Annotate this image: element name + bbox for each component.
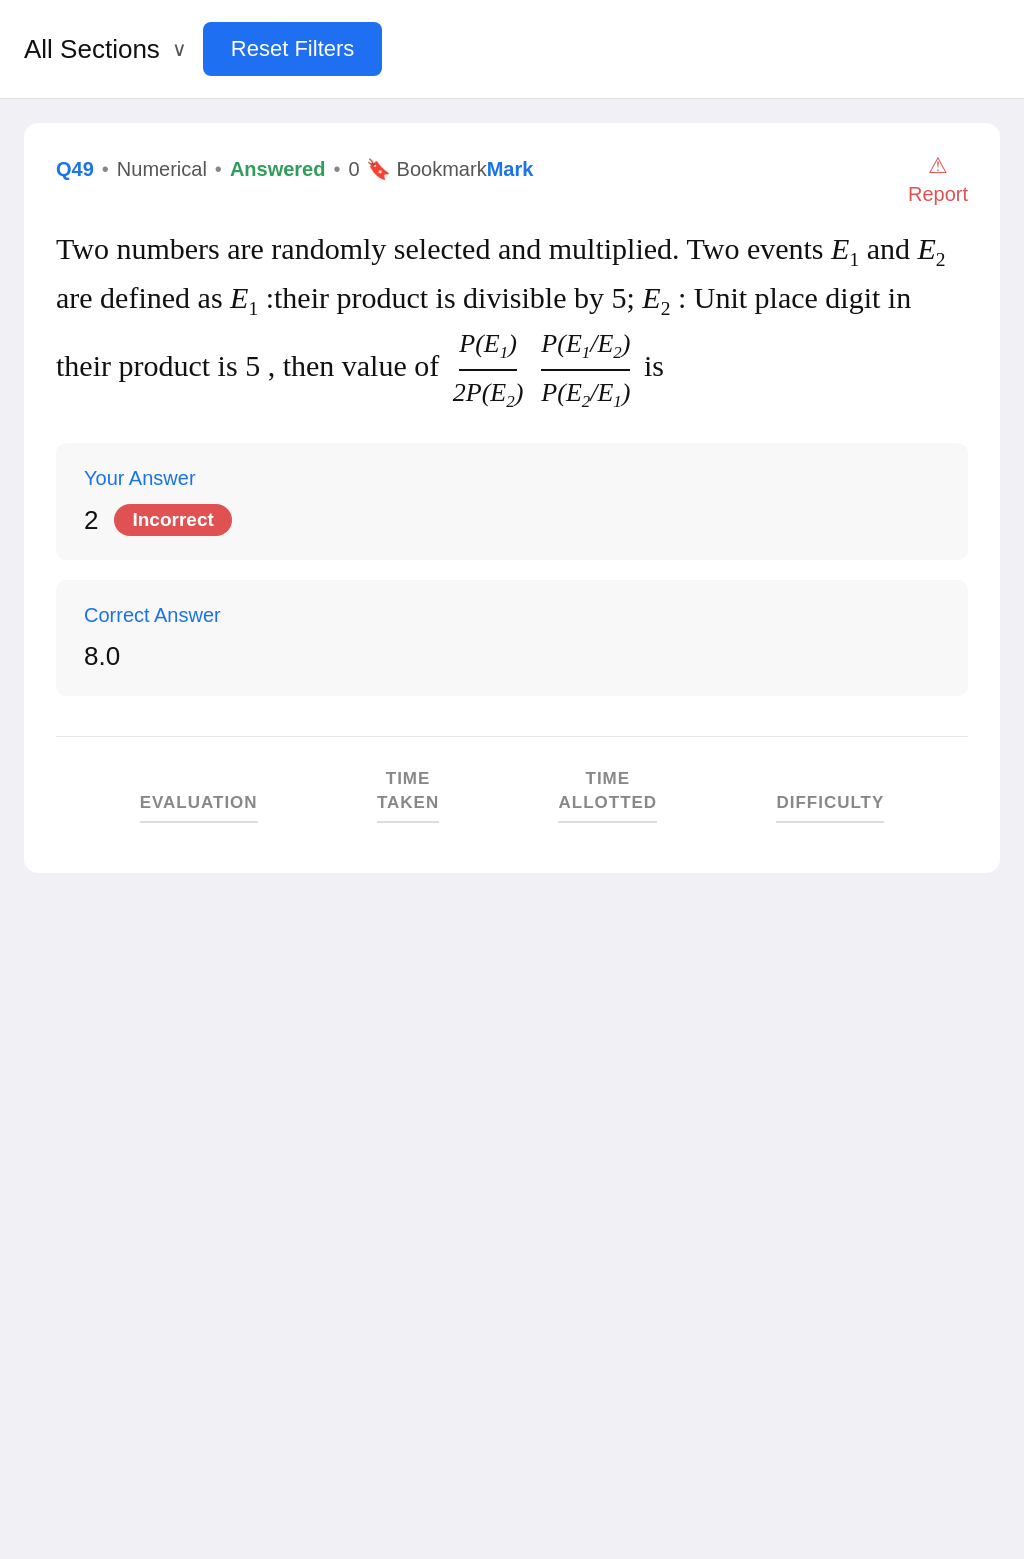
meta-left: Q49 • Numerical • Answered • 0 🔖 Bookmar… — [56, 153, 533, 185]
time-allotted-underline — [558, 821, 657, 823]
question-type: Numerical — [117, 153, 207, 185]
fraction-1-numerator: P(E1) — [459, 324, 517, 370]
meta-dot-1: • — [102, 153, 109, 185]
question-card: Q49 • Numerical • Answered • 0 🔖 Bookmar… — [24, 123, 1000, 873]
difficulty-underline — [776, 821, 884, 823]
your-answer-label: Your Answer — [84, 467, 940, 490]
your-answer-section: Your Answer 2 Incorrect — [56, 443, 968, 560]
time-taken-sublabel: TAKEN — [377, 793, 439, 813]
warning-icon: ⚠ — [928, 153, 948, 179]
bookmark-label: Bookmark — [397, 153, 487, 185]
content-area: Q49 • Numerical • Answered • 0 🔖 Bookmar… — [0, 99, 1024, 897]
bookmark-count: 0 — [348, 153, 359, 185]
evaluation-label: EVALUATION — [140, 793, 258, 813]
sections-dropdown[interactable]: All Sections ∨ — [24, 34, 187, 65]
time-taken-item: TIME TAKEN — [377, 769, 439, 823]
question-body: Two numbers are randomly selected and mu… — [56, 226, 968, 415]
question-status: Answered — [230, 153, 326, 185]
time-taken-label: TIME — [386, 769, 431, 789]
evaluation-item: EVALUATION — [140, 793, 258, 823]
bottom-bar: EVALUATION TIME TAKEN TIME ALLOTTED DIFF… — [56, 736, 968, 843]
fraction-2: P(E1/E2) P(E2/E1) — [541, 324, 630, 415]
report-label: Report — [908, 183, 968, 206]
incorrect-badge: Incorrect — [114, 504, 231, 536]
header-bar: All Sections ∨ Reset Filters — [0, 0, 1024, 99]
difficulty-label: DIFFICULTY — [776, 793, 884, 813]
meta-dot-3: • — [333, 153, 340, 185]
fraction-2-denominator: P(E2/E1) — [541, 373, 630, 415]
question-meta: Q49 • Numerical • Answered • 0 🔖 Bookmar… — [56, 153, 968, 206]
time-allotted-label: TIME — [586, 769, 631, 789]
bookmark-icon: 🔖 — [366, 153, 391, 185]
sections-label: All Sections — [24, 34, 160, 65]
meta-dot-2: • — [215, 153, 222, 185]
correct-answer-value: 8.0 — [84, 641, 940, 672]
correct-answer-label: Correct Answer — [84, 604, 940, 627]
your-answer-row: 2 Incorrect — [84, 504, 940, 536]
evaluation-underline — [140, 821, 258, 823]
mark-label[interactable]: Mark — [487, 153, 534, 185]
fraction-1: P(E1) 2P(E2) — [453, 324, 524, 415]
correct-answer-section: Correct Answer 8.0 — [56, 580, 968, 696]
reset-filters-button[interactable]: Reset Filters — [203, 22, 382, 76]
fraction-1-denominator: 2P(E2) — [453, 373, 524, 415]
formula-block: P(E1) 2P(E2) P(E1/E2) P(E2/E1) — [453, 324, 631, 415]
question-number: Q49 — [56, 153, 94, 185]
bookmark-button[interactable]: 0 🔖 Bookmark — [348, 153, 486, 185]
is-text: is — [644, 350, 664, 383]
chevron-down-icon: ∨ — [172, 37, 187, 61]
your-answer-value: 2 — [84, 505, 98, 536]
time-allotted-item: TIME ALLOTTED — [558, 769, 657, 823]
fraction-2-numerator: P(E1/E2) — [541, 324, 630, 370]
time-allotted-sublabel: ALLOTTED — [558, 793, 657, 813]
report-button[interactable]: ⚠ Report — [908, 153, 968, 206]
difficulty-item: DIFFICULTY — [776, 793, 884, 823]
time-taken-underline — [377, 821, 439, 823]
